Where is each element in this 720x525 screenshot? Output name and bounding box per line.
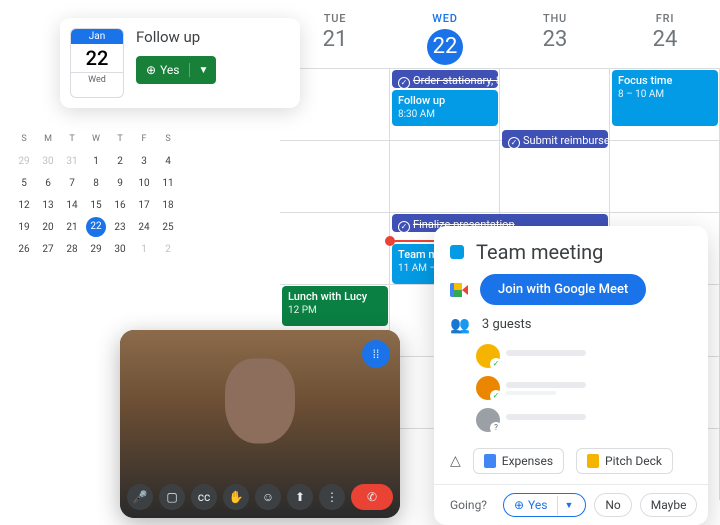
rsvp-maybe-button[interactable]: Maybe xyxy=(640,493,698,517)
mini-calendar[interactable]: SMTWTFS 2930311234 567891011 12131415161… xyxy=(12,128,180,260)
location-icon: ⊕ xyxy=(146,63,156,77)
guests-count: 3 guests xyxy=(482,317,532,332)
event-lunch[interactable]: Lunch with Lucy 12 PM xyxy=(282,286,388,326)
present-button[interactable]: ⬆ xyxy=(287,484,313,510)
rsvp-no-button[interactable]: No xyxy=(594,493,631,517)
event-order-stationary[interactable]: ✓Order stationary, 8 xyxy=(392,70,498,88)
slides-icon xyxy=(587,454,599,468)
attachment-chip[interactable]: Pitch Deck xyxy=(576,448,673,474)
speaking-indicator-icon: ⁞⁞ xyxy=(362,340,390,368)
card-title: Follow up xyxy=(136,28,216,46)
more-button[interactable]: ⋮ xyxy=(319,484,345,510)
reactions-button[interactable]: ☺ xyxy=(255,484,281,510)
date-chip: Jan 22 Wed xyxy=(70,28,124,98)
raise-hand-button[interactable]: ✋ xyxy=(223,484,249,510)
video-call-window[interactable]: ⁞⁞ 🎤 ▢ cc ✋ ☺ ⬆ ⋮ ✆ xyxy=(120,330,400,518)
google-meet-icon xyxy=(450,281,468,299)
event-quick-card[interactable]: Jan 22 Wed Follow up ⊕Yes ▼ xyxy=(60,18,300,108)
guest-avatar[interactable]: ✓ xyxy=(476,344,500,368)
attachment-chip[interactable]: Expenses xyxy=(473,448,564,474)
captions-button[interactable]: cc xyxy=(191,484,217,510)
guests-icon: 👥 xyxy=(450,315,470,334)
join-meet-button[interactable]: Join with Google Meet xyxy=(480,274,646,305)
call-controls: 🎤 ▢ cc ✋ ☺ ⬆ ⋮ ✆ xyxy=(120,484,400,510)
day-col-fri[interactable]: FRI 24 xyxy=(610,12,720,65)
rsvp-yes-button[interactable]: ⊕Yes▼ xyxy=(503,493,586,517)
checkmark-icon: ✓ xyxy=(398,77,410,88)
week-header: TUE 21 WED 22 THU 23 FRI 24 xyxy=(280,12,720,65)
checkmark-icon: ✓ xyxy=(398,221,410,232)
mic-button[interactable]: 🎤 xyxy=(127,484,153,510)
checkmark-icon: ✓ xyxy=(508,137,520,148)
event-color-icon xyxy=(450,245,464,259)
event-detail-popup: Team meeting Join with Google Meet 👥 3 g… xyxy=(434,226,708,525)
event-title: Team meeting xyxy=(476,240,603,264)
guest-avatar[interactable]: ✓ xyxy=(476,376,500,400)
event-focus-time[interactable]: Focus time 8 – 10 AM xyxy=(612,70,718,126)
going-label: Going? xyxy=(450,498,487,512)
attachments-icon: △ xyxy=(450,453,461,469)
end-call-button[interactable]: ✆ xyxy=(351,484,393,510)
chevron-down-icon: ▼ xyxy=(557,496,573,515)
day-col-thu[interactable]: THU 23 xyxy=(500,12,610,65)
event-follow-up[interactable]: Follow up 8:30 AM xyxy=(392,90,498,126)
rsvp-yes-button[interactable]: ⊕Yes ▼ xyxy=(136,56,216,84)
camera-button[interactable]: ▢ xyxy=(159,484,185,510)
docs-icon xyxy=(484,454,496,468)
guest-avatar[interactable]: ? xyxy=(476,408,500,432)
event-submit-reimbursement[interactable]: ✓Submit reimbursem xyxy=(502,130,608,148)
chevron-down-icon[interactable]: ▼ xyxy=(190,65,216,76)
day-col-wed[interactable]: WED 22 xyxy=(390,12,500,65)
